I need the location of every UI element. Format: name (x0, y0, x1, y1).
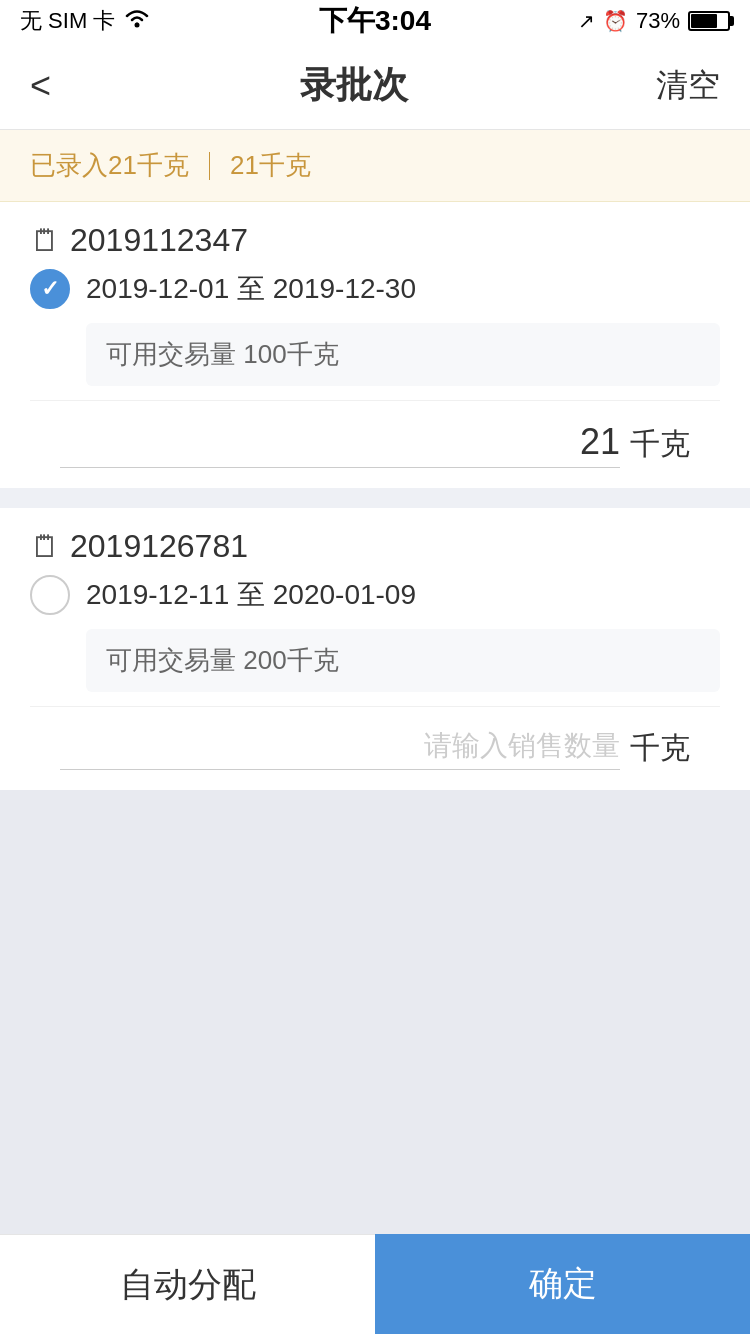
footer: 自动分配 确定 (0, 1234, 750, 1334)
battery-icon (688, 11, 730, 31)
battery-percent: 73% (636, 8, 680, 34)
batch-date-1: 2019-12-01 至 2019-12-30 (86, 270, 416, 308)
svg-point-0 (135, 23, 140, 28)
status-time: 下午3:04 (319, 2, 431, 40)
batch-date-row-1: 2019-12-01 至 2019-12-30 (30, 269, 720, 309)
section-separator (0, 488, 750, 508)
batch-available-2: 可用交易量 200千克 (86, 629, 720, 692)
batch-header-2: 🗒 2019126781 (30, 528, 720, 565)
clear-button[interactable]: 清空 (656, 64, 720, 108)
batch-item-2: 🗒 2019126781 2019-12-11 至 2020-01-09 可用交… (0, 508, 750, 790)
quantity-row-1: 21 千克 (30, 400, 720, 488)
status-bar: 无 SIM 卡 下午3:04 ↗ ⏰ 73% (0, 0, 750, 42)
batch-number-2: 2019126781 (70, 528, 248, 565)
batch-available-1: 可用交易量 100千克 (86, 323, 720, 386)
batch-radio-1[interactable] (30, 269, 70, 309)
quantity-row-2: 请输入销售数量 千克 (30, 706, 720, 790)
back-button[interactable]: < (30, 65, 51, 107)
quantity-placeholder-2: 请输入销售数量 (424, 727, 620, 765)
alarm-icon: ⏰ (603, 9, 628, 33)
batch-item-1: 🗒 2019112347 2019-12-01 至 2019-12-30 可用交… (0, 202, 750, 488)
quantity-value-1: 21 (580, 421, 620, 463)
status-left: 无 SIM 卡 (20, 6, 151, 36)
batch-radio-2[interactable] (30, 575, 70, 615)
page-title: 录批次 (300, 61, 408, 110)
status-right: ↗ ⏰ 73% (578, 8, 730, 34)
info-divider (209, 152, 210, 180)
carrier-text: 无 SIM 卡 (20, 6, 115, 36)
batch-date-row-2: 2019-12-11 至 2020-01-09 (30, 575, 720, 615)
batch-header-1: 🗒 2019112347 (30, 222, 720, 259)
doc-icon-2: 🗒 (30, 530, 60, 564)
recorded-value: 21千克 (230, 148, 311, 183)
batch-number-1: 2019112347 (70, 222, 248, 259)
location-icon: ↗ (578, 9, 595, 33)
recorded-label: 已录入21千克 (30, 148, 189, 183)
nav-bar: < 录批次 清空 (0, 42, 750, 130)
quantity-unit-2: 千克 (630, 728, 690, 769)
info-banner: 已录入21千克 21千克 (0, 130, 750, 202)
doc-icon-1: 🗒 (30, 224, 60, 258)
batch-date-2: 2019-12-11 至 2020-01-09 (86, 576, 416, 614)
confirm-button[interactable]: 确定 (375, 1234, 750, 1334)
quantity-unit-1: 千克 (630, 424, 690, 465)
auto-distribute-button[interactable]: 自动分配 (0, 1234, 375, 1334)
wifi-icon (123, 8, 151, 34)
